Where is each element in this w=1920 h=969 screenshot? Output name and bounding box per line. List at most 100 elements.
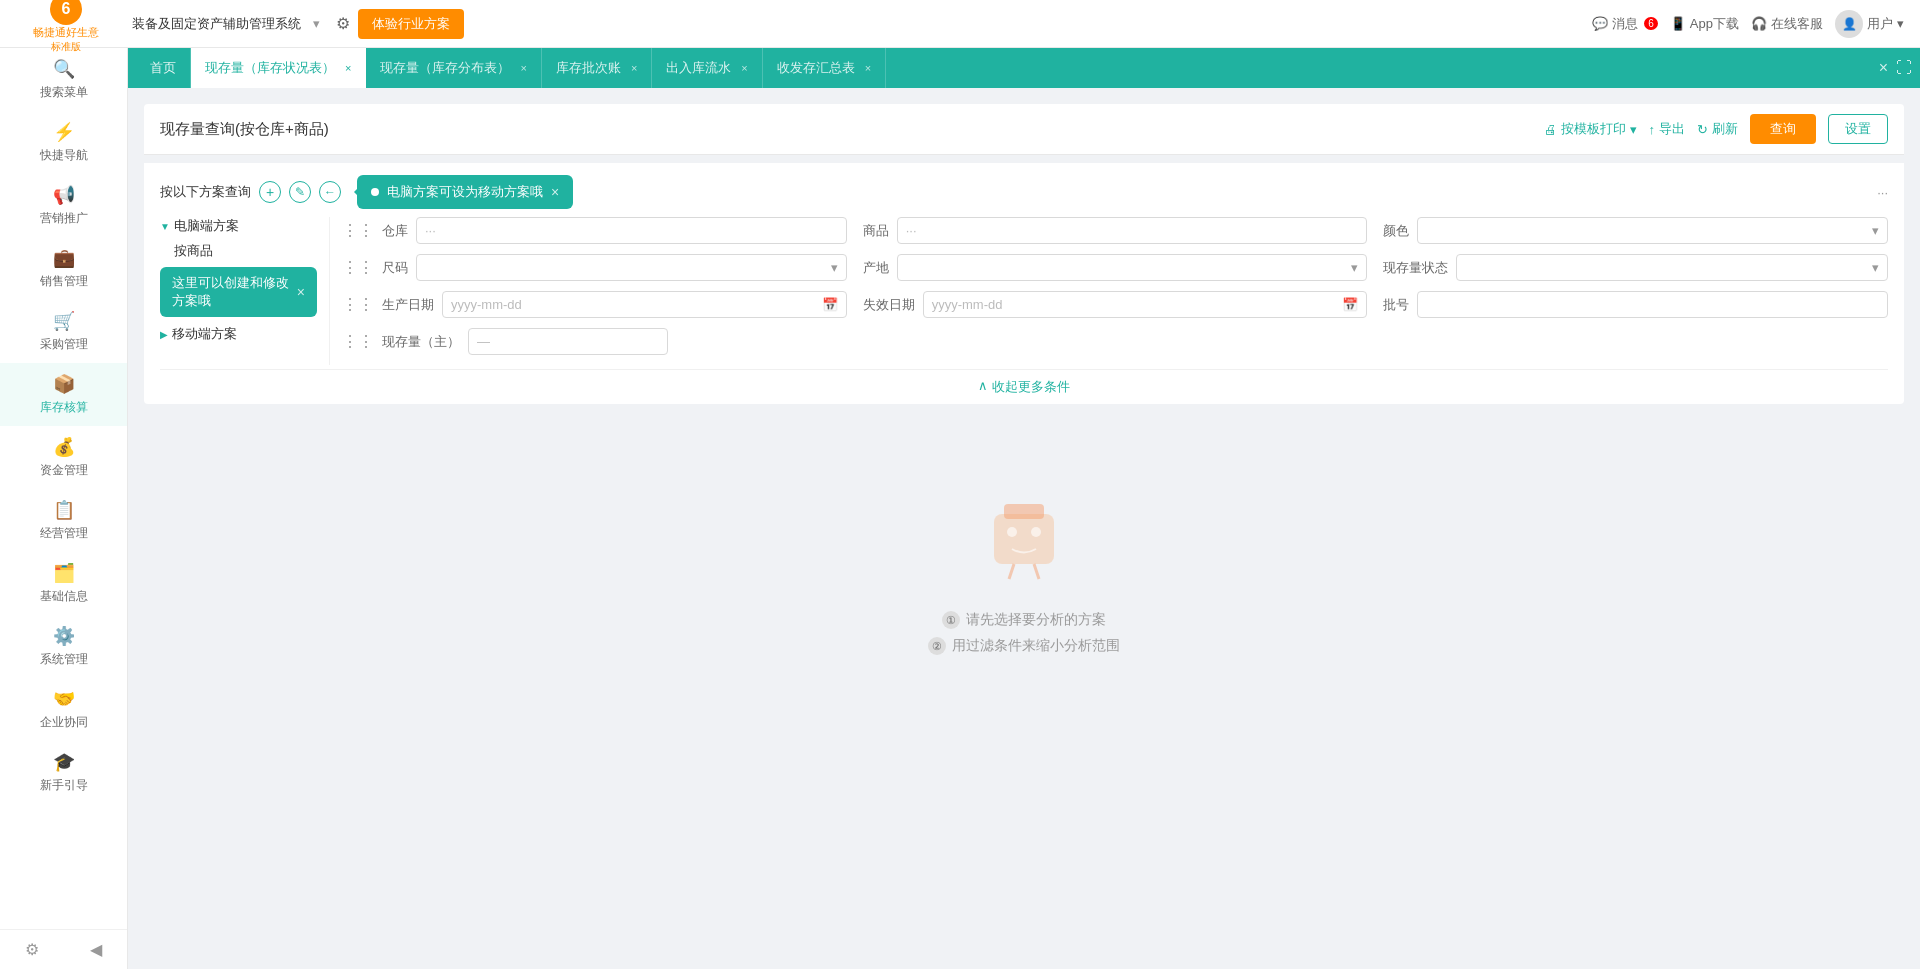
expiry-date-calendar-icon: 📅 <box>1342 297 1358 312</box>
online-support-btn[interactable]: 🎧 在线客服 <box>1751 15 1823 33</box>
sidebar-label-sales: 销售管理 <box>40 273 88 290</box>
field-origin: 产地 ▾ <box>863 254 1368 281</box>
tab-inventory-dist[interactable]: 现存量（库存分布表） × <box>366 48 541 88</box>
tab-receive-summary[interactable]: 收发存汇总表 × <box>763 48 886 88</box>
megaphone-icon: 📢 <box>53 184 75 206</box>
color-dropdown: ▾ <box>1872 223 1879 238</box>
tab-inventory-dist-close[interactable]: × <box>520 62 526 74</box>
sidebar-label-operation: 经营管理 <box>40 525 88 542</box>
files-icon: 🗂️ <box>53 562 75 584</box>
empty-hint-2: ② 用过滤条件来缩小分析范围 <box>928 637 1120 655</box>
sidebar-item-operation[interactable]: 📋 经营管理 <box>0 489 127 552</box>
top-bar: 6 畅捷通好生意 标准版 装备及固定资产辅助管理系统 ▾ ⚙ 体验行业方案 💬 … <box>0 0 1920 48</box>
sidebar-item-marketing[interactable]: 📢 营销推广 <box>0 174 127 237</box>
tab-fullscreen-icon[interactable]: ⛶ <box>1896 59 1912 77</box>
inventory-main-range-start[interactable]: — <box>468 328 668 355</box>
color-select[interactable]: ▾ <box>1417 217 1888 244</box>
sidebar-label-marketing: 营销推广 <box>40 210 88 227</box>
popover1-close[interactable]: × <box>551 184 559 200</box>
size-select[interactable]: ▾ <box>416 254 847 281</box>
settings-icon[interactable]: ⚙ <box>336 14 350 33</box>
sidebar-item-quick-nav[interactable]: ⚡ 快捷导航 <box>0 111 127 174</box>
sidebar-item-enterprise[interactable]: 🤝 企业协同 <box>0 678 127 741</box>
sidebar-item-search-menu[interactable]: 🔍 搜索菜单 <box>0 48 127 111</box>
tab-bar-end: × ⛶ <box>1879 59 1912 77</box>
app-download-btn[interactable]: 📱 App下载 <box>1670 15 1739 33</box>
warehouse-label: 仓库 <box>382 222 408 240</box>
search-icon: 🔍 <box>53 58 75 80</box>
print-btn[interactable]: 🖨 按模板打印 ▾ <box>1544 120 1637 138</box>
sidebar-item-inventory[interactable]: 📦 库存核算 <box>0 363 127 426</box>
origin-select[interactable]: ▾ <box>897 254 1368 281</box>
popover2-close[interactable]: × <box>297 284 305 300</box>
back-scheme-btn[interactable]: ← <box>319 181 341 203</box>
popover1-container: 电脑方案可设为移动方案哦 × <box>357 175 573 209</box>
refresh-btn[interactable]: ↻ 刷新 <box>1697 120 1738 138</box>
collapse-btn[interactable]: ∧ 收起更多条件 <box>160 369 1888 404</box>
expiry-date-input[interactable]: yyyy-mm-dd 📅 <box>923 291 1368 318</box>
tab-home[interactable]: 首页 <box>136 48 191 88</box>
setting-btn[interactable]: 设置 <box>1828 114 1888 144</box>
sidebar-item-assets[interactable]: 💰 资金管理 <box>0 426 127 489</box>
headset-icon: 🎧 <box>1751 16 1767 31</box>
sidebar-item-basic[interactable]: 🗂️ 基础信息 <box>0 552 127 615</box>
inventory-status-select[interactable]: ▾ <box>1456 254 1888 281</box>
hint-text-1: 请先选择要分析的方案 <box>966 611 1106 629</box>
add-scheme-btn[interactable]: + <box>259 181 281 203</box>
system-dropdown-icon[interactable]: ▾ <box>313 16 320 31</box>
tab-close-all-icon[interactable]: × <box>1879 59 1888 77</box>
pc-scheme-child-label: 按商品 <box>174 243 213 258</box>
goods-select[interactable]: ··· <box>897 217 1368 244</box>
refresh-icon: ↻ <box>1697 122 1708 137</box>
user-menu[interactable]: 👤 用户 ▾ <box>1835 10 1904 38</box>
more-options-icon[interactable]: ··· <box>1877 185 1888 200</box>
production-date-label: 生产日期 <box>382 296 434 314</box>
collapse-sidebar-icon[interactable]: ◀ <box>90 940 102 959</box>
page-title: 现存量查询(按仓库+商品) <box>160 120 329 139</box>
popover1: 电脑方案可设为移动方案哦 × <box>357 175 573 209</box>
tab-inout-flow[interactable]: 出入库流水 × <box>652 48 762 88</box>
warehouse-drag-icon[interactable]: ⋮⋮ <box>342 221 374 240</box>
notification-icon: 💬 <box>1592 16 1608 31</box>
edit-scheme-btn[interactable]: ✎ <box>289 181 311 203</box>
batch-no-input[interactable] <box>1417 291 1888 318</box>
mobile-scheme-group: ▶ 移动端方案 <box>160 325 317 343</box>
filter-fields: ⋮⋮ 仓库 ··· 商品 ··· <box>342 217 1888 365</box>
pc-scheme-child-0[interactable]: 按商品 <box>174 239 317 263</box>
warehouse-select[interactable]: ··· <box>416 217 847 244</box>
sidebar-item-guide[interactable]: 🎓 新手引导 <box>0 741 127 804</box>
tab-batch-account[interactable]: 库存批次账 × <box>542 48 652 88</box>
inventory-main-drag-icon[interactable]: ⋮⋮ <box>342 332 374 351</box>
popover2-text: 这里可以创建和修改方案哦 <box>172 274 291 310</box>
notification-btn[interactable]: 💬 消息 6 <box>1592 15 1658 33</box>
mobile-scheme-toggle[interactable]: ▶ 移动端方案 <box>160 325 317 343</box>
tab-batch-account-close[interactable]: × <box>631 62 637 74</box>
tab-inout-flow-close[interactable]: × <box>741 62 747 74</box>
tab-inventory-status-close[interactable]: × <box>345 62 351 74</box>
sidebar-item-system[interactable]: ⚙️ 系统管理 <box>0 615 127 678</box>
logo-icon: 6 <box>50 0 82 25</box>
tab-inventory-status[interactable]: 现存量（库存状况表） × <box>191 48 366 88</box>
size-drag-icon[interactable]: ⋮⋮ <box>342 258 374 277</box>
inventory-status-label: 现存量状态 <box>1383 259 1448 277</box>
app-container: 6 畅捷通好生意 标准版 装备及固定资产辅助管理系统 ▾ ⚙ 体验行业方案 💬 … <box>0 0 1920 969</box>
tab-batch-account-label: 库存批次账 <box>556 59 621 77</box>
pc-scheme-toggle[interactable]: ▼ 电脑端方案 <box>160 217 317 235</box>
prod-date-drag-icon[interactable]: ⋮⋮ <box>342 295 374 314</box>
main-area: 🔍 搜索菜单 ⚡ 快捷导航 📢 营销推广 💼 销售管理 🛒 采购管理 📦 <box>0 48 1920 969</box>
empty-hint-1: ① 请先选择要分析的方案 <box>942 611 1106 629</box>
export-btn[interactable]: ↑ 导出 <box>1649 120 1686 138</box>
filter-section: 按以下方案查询 + ✎ ← 电脑方案可设为移动方案哦 × <box>144 163 1904 404</box>
color-label: 颜色 <box>1383 222 1409 240</box>
logo-area: 6 畅捷通好生意 标准版 <box>16 0 116 54</box>
sidebar-item-sales[interactable]: 💼 销售管理 <box>0 237 127 300</box>
search-btn[interactable]: 查询 <box>1750 114 1816 144</box>
sidebar-item-purchase[interactable]: 🛒 采购管理 <box>0 300 127 363</box>
industry-btn[interactable]: 体验行业方案 <box>358 9 464 39</box>
settings-bottom-icon[interactable]: ⚙ <box>25 940 39 959</box>
tab-inventory-dist-label: 现存量（库存分布表） <box>380 59 510 77</box>
header-actions: 🖨 按模板打印 ▾ ↑ 导出 ↻ 刷新 查询 设置 <box>1544 114 1889 144</box>
sidebar-label-basic: 基础信息 <box>40 588 88 605</box>
tab-receive-summary-close[interactable]: × <box>865 62 871 74</box>
production-date-input[interactable]: yyyy-mm-dd 📅 <box>442 291 847 318</box>
